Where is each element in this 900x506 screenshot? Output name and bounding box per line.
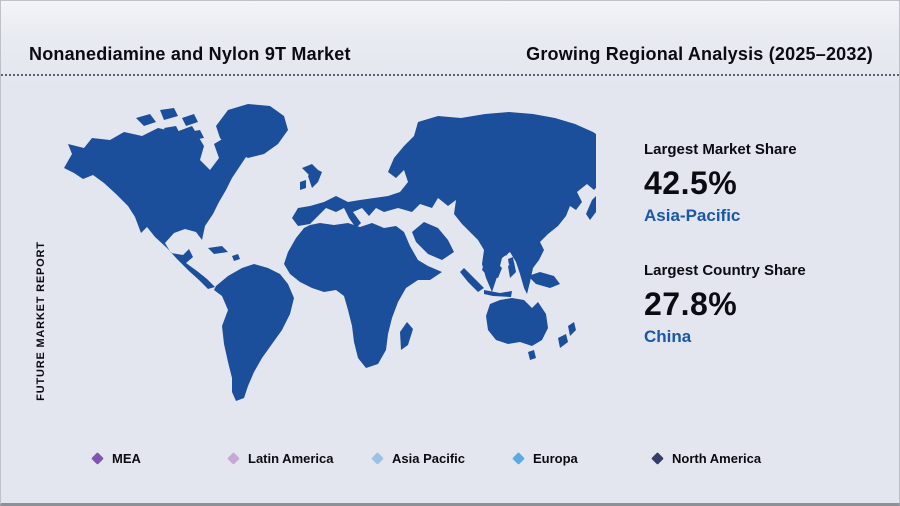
legend-item-europa: Europa xyxy=(512,448,578,468)
legend-item-latin-america: Latin America xyxy=(227,448,334,468)
country-share-region: China xyxy=(644,327,692,346)
market-share-value: 42.5% xyxy=(644,165,738,201)
brand-vertical-label: FUTURE MARKET REPORT xyxy=(35,241,47,401)
legend-item-asia-pacific: Asia Pacific xyxy=(371,448,465,468)
brand-vertical-label-container: FUTURE MARKET REPORT xyxy=(23,233,59,409)
world-map xyxy=(64,104,596,401)
legend-label: Latin America xyxy=(248,450,334,466)
largest-market-share-block: Largest Market Share 42.5% Asia-Pacific xyxy=(644,141,797,226)
infographic-canvas: Nonanediamine and Nylon 9T Market Growin… xyxy=(0,0,900,506)
legend-label: Asia Pacific xyxy=(392,450,465,466)
legend-item-north-america: North America xyxy=(651,448,762,468)
market-title: Nonanediamine and Nylon 9T Market xyxy=(29,44,351,64)
diamond-marker-icon xyxy=(651,451,664,465)
market-share-label: Largest Market Share xyxy=(644,141,797,158)
analysis-period-title: Growing Regional Analysis (2025–2032) xyxy=(526,44,873,64)
diamond-marker-icon xyxy=(227,451,240,465)
diamond-marker-icon xyxy=(371,451,384,465)
market-share-region: Asia-Pacific xyxy=(644,206,741,225)
legend-label: North America xyxy=(672,450,762,466)
largest-country-share-block: Largest Country Share 27.8% China xyxy=(644,262,806,347)
diamond-marker-icon xyxy=(91,451,104,465)
legend-label: MEA xyxy=(112,450,141,466)
country-share-label: Largest Country Share xyxy=(644,262,806,279)
region-legend: MEA Latin America Asia Pacific Europa No… xyxy=(1,448,899,468)
country-share-value: 27.8% xyxy=(644,286,738,322)
diamond-marker-icon xyxy=(512,451,525,465)
legend-item-mea: MEA xyxy=(91,448,141,468)
header: Nonanediamine and Nylon 9T Market Growin… xyxy=(1,1,899,76)
legend-label: Europa xyxy=(533,450,578,466)
